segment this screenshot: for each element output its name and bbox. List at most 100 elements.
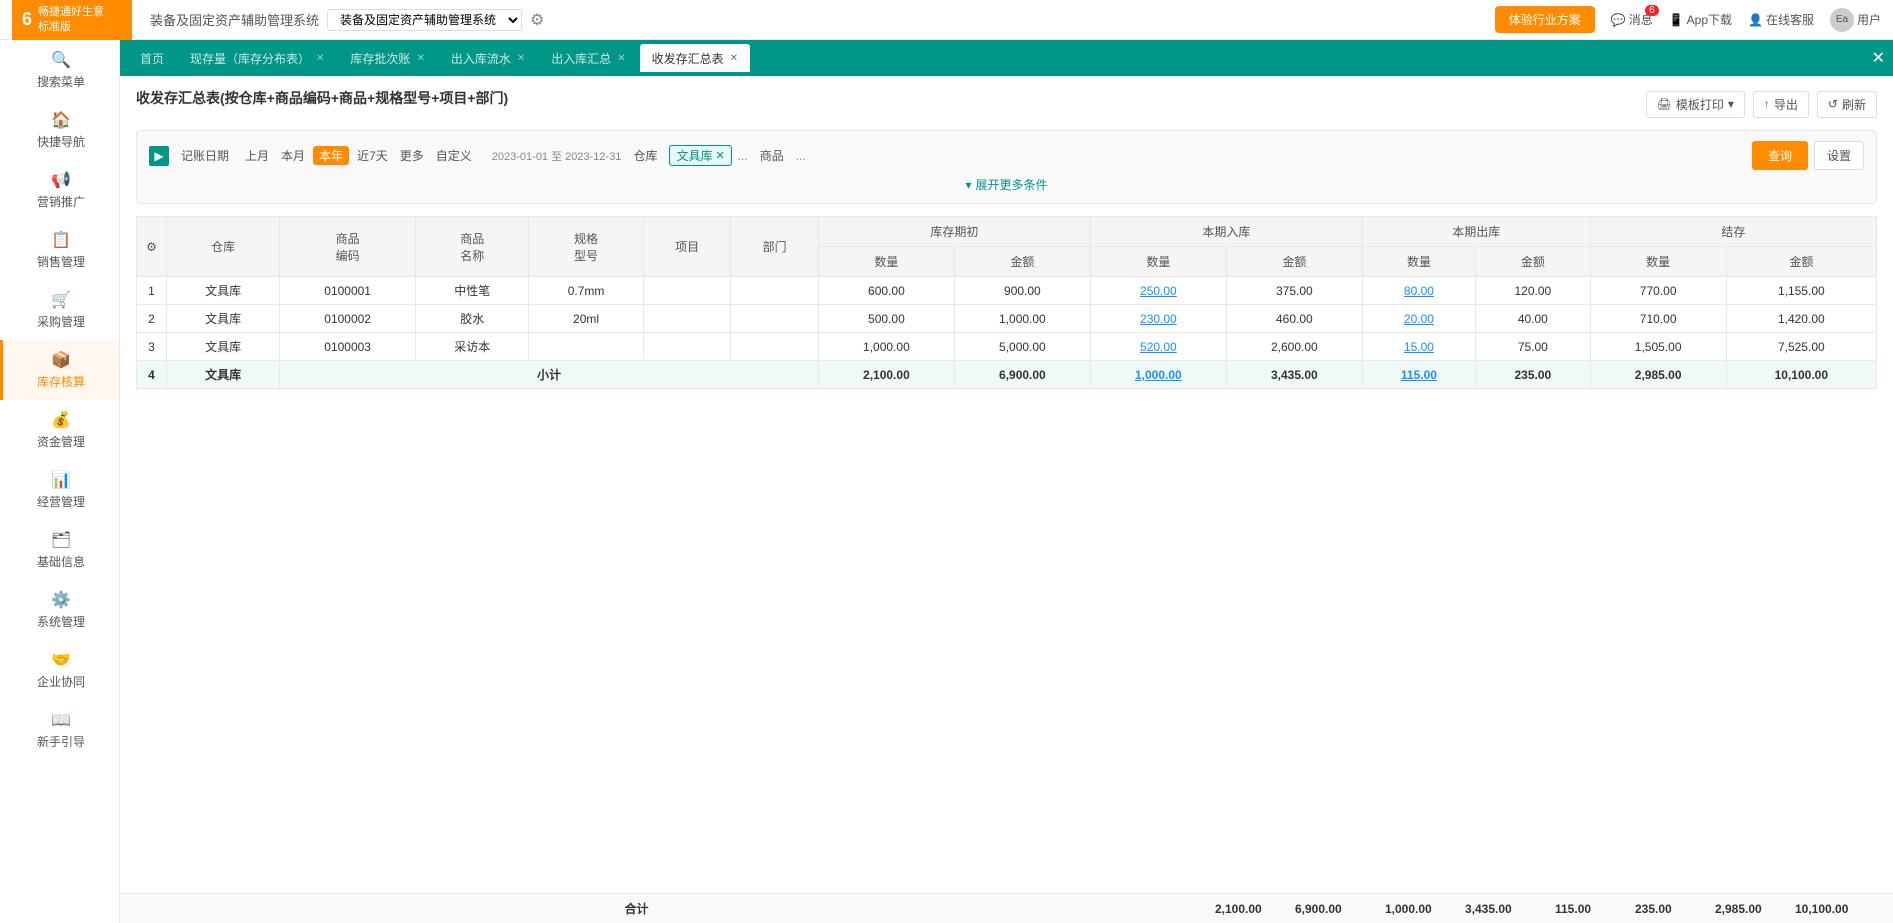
col-out-qty-header: 数量	[1362, 247, 1475, 277]
sidebar-label-marketing: 营销推广	[37, 193, 85, 210]
avatar: Ea	[1830, 8, 1854, 32]
out-qty-1[interactable]: 80.00	[1362, 277, 1475, 305]
sidebar-label-search: 搜索菜单	[37, 73, 85, 90]
tab-batch-label: 库存批次账	[350, 50, 410, 67]
tab-flow[interactable]: 出入库流水 ✕	[439, 44, 537, 72]
sidebar-item-system[interactable]: ⚙️ 系统管理	[0, 580, 119, 640]
goods-name-2: 胶水	[416, 305, 529, 333]
filter-toggle-btn[interactable]: ▶	[149, 146, 169, 166]
inventory-icon: 📦	[51, 350, 71, 370]
sidebar-label-finance: 资金管理	[37, 433, 85, 450]
message-item[interactable]: 💬 消息 6	[1611, 11, 1653, 28]
table-row: 3 文具库 0100003 采访本 1,000.00 5,000.00 520.…	[137, 333, 1877, 361]
bal-amount-1: 1,155.00	[1726, 277, 1876, 305]
col-project-header: 项目	[643, 217, 731, 277]
date-this-year[interactable]: 本年	[313, 146, 349, 165]
tab-summary-label: 出入库汇总	[551, 50, 611, 67]
tab-summary-close[interactable]: ✕	[617, 53, 625, 64]
tab-recv-send-close[interactable]: ✕	[730, 53, 738, 64]
department-2	[731, 305, 819, 333]
top-bar: 6 畅捷通好生意 标准版 装备及固定资产辅助管理系统 装备及固定资产辅助管理系统…	[0, 0, 1893, 40]
sidebar-item-basic[interactable]: 🗂 基础信息	[0, 520, 119, 580]
export-btn[interactable]: ↑ 导出	[1753, 91, 1809, 118]
online-service-item[interactable]: 👤 在线客服	[1748, 11, 1814, 28]
tab-batch[interactable]: 库存批次账 ✕	[338, 44, 436, 72]
tab-recv-send[interactable]: 收发存汇总表 ✕	[640, 44, 750, 72]
sidebar-item-purchase[interactable]: 🛒 采购管理	[0, 280, 119, 340]
subtotal-out-qty[interactable]: 115.00	[1362, 361, 1475, 389]
col-begin-qty-header: 数量	[818, 247, 954, 277]
refresh-btn[interactable]: ↺ 刷新	[1817, 91, 1877, 118]
project-2	[643, 305, 731, 333]
bal-amount-3: 7,525.00	[1726, 333, 1876, 361]
tab-bar-close-btn[interactable]: ✕	[1872, 48, 1885, 68]
expand-more-btn[interactable]: ▾ 展开更多条件	[965, 176, 1047, 193]
sidebar-item-marketing[interactable]: 📢 营销推广	[0, 160, 119, 220]
seq-1: 1	[137, 277, 167, 305]
date-more[interactable]: 更多	[396, 146, 428, 165]
tab-stock-dist-close[interactable]: ✕	[316, 53, 324, 64]
query-btn[interactable]: 查询	[1752, 141, 1808, 170]
sidebar-item-guide[interactable]: 📖 新手引导	[0, 700, 119, 760]
tab-summary[interactable]: 出入库汇总 ✕	[539, 44, 637, 72]
footer-in-amount: 3,435.00	[1465, 902, 1555, 916]
sidebar-item-quicknav[interactable]: 🏠 快捷导航	[0, 100, 119, 160]
filter-expand-row: ▾ 展开更多条件	[149, 176, 1864, 193]
sidebar-item-enterprise[interactable]: 🤝 企业协同	[0, 640, 119, 700]
col-begin-header: 库存期初	[818, 217, 1090, 247]
tab-stock-dist-label: 现存量（库存分布表）	[190, 50, 310, 67]
warehouse-tag-close[interactable]: ✕	[715, 149, 724, 162]
date-custom[interactable]: 自定义	[432, 146, 476, 165]
out-qty-3[interactable]: 15.00	[1362, 333, 1475, 361]
operations-icon: 📊	[51, 470, 71, 490]
chevron-down-icon: ▾	[1728, 97, 1734, 111]
sidebar-item-operations[interactable]: 📊 经营管理	[0, 460, 119, 520]
message-icon: 💬	[1611, 13, 1626, 27]
in-qty-2[interactable]: 230.00	[1090, 305, 1226, 333]
col-goods-spec-header: 规格型号	[529, 217, 644, 277]
system-select[interactable]: 装备及固定资产辅助管理系统	[327, 9, 522, 31]
in-qty-1[interactable]: 250.00	[1090, 277, 1226, 305]
tab-bar: 首页 现存量（库存分布表） ✕ 库存批次账 ✕ 出入库流水 ✕ 出入库汇总 ✕ …	[120, 40, 1893, 76]
date-prev-month[interactable]: 上月	[241, 146, 273, 165]
in-amount-3: 2,600.00	[1226, 333, 1362, 361]
out-amount-1: 120.00	[1476, 277, 1591, 305]
setting-btn[interactable]: 设置	[1814, 141, 1864, 170]
sales-icon: 📋	[51, 230, 71, 250]
footer-total: 合计 2,100.00 6,900.00 1,000.00 3,435.00 1…	[120, 893, 1893, 923]
sidebar-item-sales[interactable]: 📋 销售管理	[0, 220, 119, 280]
service-icon: 👤	[1748, 13, 1763, 27]
page-title: 收发存汇总表(按仓库+商品编码+商品+规格型号+项目+部门)	[136, 88, 508, 108]
sidebar-label-guide: 新手引导	[37, 733, 85, 750]
date-shortcuts: 上月 本月 本年 近7天 更多 自定义	[241, 146, 476, 165]
user-item[interactable]: Ea 用户	[1830, 8, 1881, 32]
sidebar-label-enterprise: 企业协同	[37, 673, 85, 690]
enterprise-icon: 🤝	[51, 650, 71, 670]
app-download-item[interactable]: 📱 App下载	[1669, 11, 1732, 28]
date-7days[interactable]: 近7天	[353, 146, 392, 165]
app-download-label: App下载	[1687, 11, 1732, 28]
tab-batch-close[interactable]: ✕	[416, 53, 424, 64]
experience-btn[interactable]: 体验行业方案	[1495, 6, 1595, 33]
sidebar-item-finance[interactable]: 💰 资金管理	[0, 400, 119, 460]
out-qty-2[interactable]: 20.00	[1362, 305, 1475, 333]
goods-ellipsis[interactable]: ...	[796, 149, 806, 163]
logo-area: 6 畅捷通好生意 标准版	[12, 0, 132, 40]
logo-icon: 6	[22, 9, 32, 30]
settings-icon[interactable]: ⚙	[530, 10, 544, 30]
in-qty-3[interactable]: 520.00	[1090, 333, 1226, 361]
tab-flow-close[interactable]: ✕	[517, 53, 525, 64]
system-icon: ⚙️	[51, 590, 71, 610]
sidebar-item-search[interactable]: 🔍 搜索菜单	[0, 40, 119, 100]
date-this-month[interactable]: 本月	[277, 146, 309, 165]
col-department-header: 部门	[731, 217, 819, 277]
sidebar-item-inventory[interactable]: 📦 库存核算	[0, 340, 119, 400]
online-service-label: 在线客服	[1766, 11, 1814, 28]
tab-stock-dist[interactable]: 现存量（库存分布表） ✕	[178, 44, 336, 72]
subtotal-begin-amount: 6,900.00	[954, 361, 1090, 389]
subtotal-in-qty[interactable]: 1,000.00	[1090, 361, 1226, 389]
tab-home[interactable]: 首页	[128, 44, 176, 72]
print-template-btn[interactable]: 🖨 模板打印 ▾	[1646, 91, 1745, 118]
warehouse-ellipsis[interactable]: ...	[738, 149, 748, 163]
col-settings-header[interactable]: ⚙	[137, 217, 167, 277]
